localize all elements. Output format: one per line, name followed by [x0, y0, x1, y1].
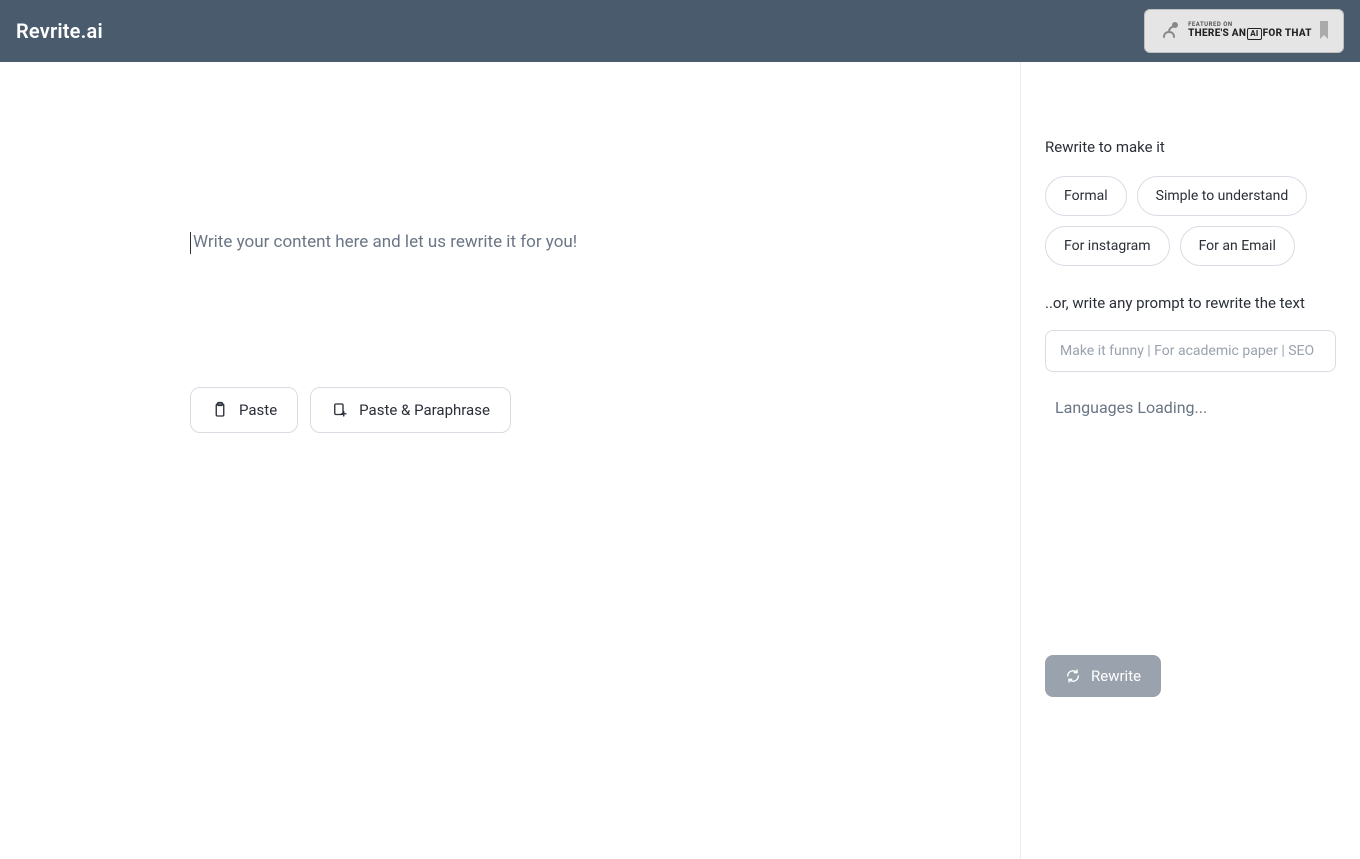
bookmark-icon [1318, 21, 1330, 41]
badge-bottom-text: THERE'S AN AI FOR THAT [1188, 28, 1312, 40]
pill-formal[interactable]: Formal [1045, 176, 1127, 216]
content-area[interactable]: Write your content here and let us rewri… [0, 62, 1020, 859]
sidebar: Rewrite to make it Formal Simple to unde… [1020, 62, 1360, 859]
rewrite-pill-group: Formal Simple to understand For instagra… [1045, 176, 1336, 266]
content-editor[interactable]: Write your content here and let us rewri… [190, 232, 1020, 254]
paste-paraphrase-label: Paste & Paraphrase [359, 401, 490, 419]
rewrite-label: Rewrite [1091, 667, 1141, 685]
badge-prefix: THERE'S AN [1188, 29, 1246, 39]
rewrite-button[interactable]: Rewrite [1045, 655, 1161, 697]
prompt-input[interactable] [1045, 330, 1336, 372]
main-container: Write your content here and let us rewri… [0, 62, 1360, 859]
header: Revrite.ai FEATURED ON THERE'S AN AI FOR… [0, 0, 1360, 62]
pill-email[interactable]: For an Email [1180, 226, 1295, 266]
arm-icon [1158, 19, 1182, 43]
clipboard-plus-icon [331, 401, 349, 419]
prompt-subheading: ..or, write any prompt to rewrite the te… [1045, 294, 1336, 312]
text-cursor [190, 232, 191, 254]
paste-paraphrase-button[interactable]: Paste & Paraphrase [310, 387, 511, 433]
languages-loading: Languages Loading... [1045, 398, 1336, 417]
app-logo[interactable]: Revrite.ai [16, 19, 103, 43]
pill-instagram[interactable]: For instagram [1045, 226, 1170, 266]
paste-button-group: Paste Paste & Paraphrase [190, 387, 511, 433]
badge-text: FEATURED ON THERE'S AN AI FOR THAT [1188, 22, 1312, 40]
rewrite-heading: Rewrite to make it [1045, 138, 1336, 156]
badge-suffix: FOR THAT [1263, 29, 1312, 39]
paste-label: Paste [239, 401, 277, 419]
clipboard-icon [211, 401, 229, 419]
paste-button[interactable]: Paste [190, 387, 298, 433]
badge-ai: AI [1247, 28, 1261, 40]
content-placeholder: Write your content here and let us rewri… [193, 232, 577, 252]
pill-simple[interactable]: Simple to understand [1137, 176, 1308, 216]
featured-badge[interactable]: FEATURED ON THERE'S AN AI FOR THAT [1144, 9, 1344, 53]
refresh-icon [1065, 668, 1081, 684]
